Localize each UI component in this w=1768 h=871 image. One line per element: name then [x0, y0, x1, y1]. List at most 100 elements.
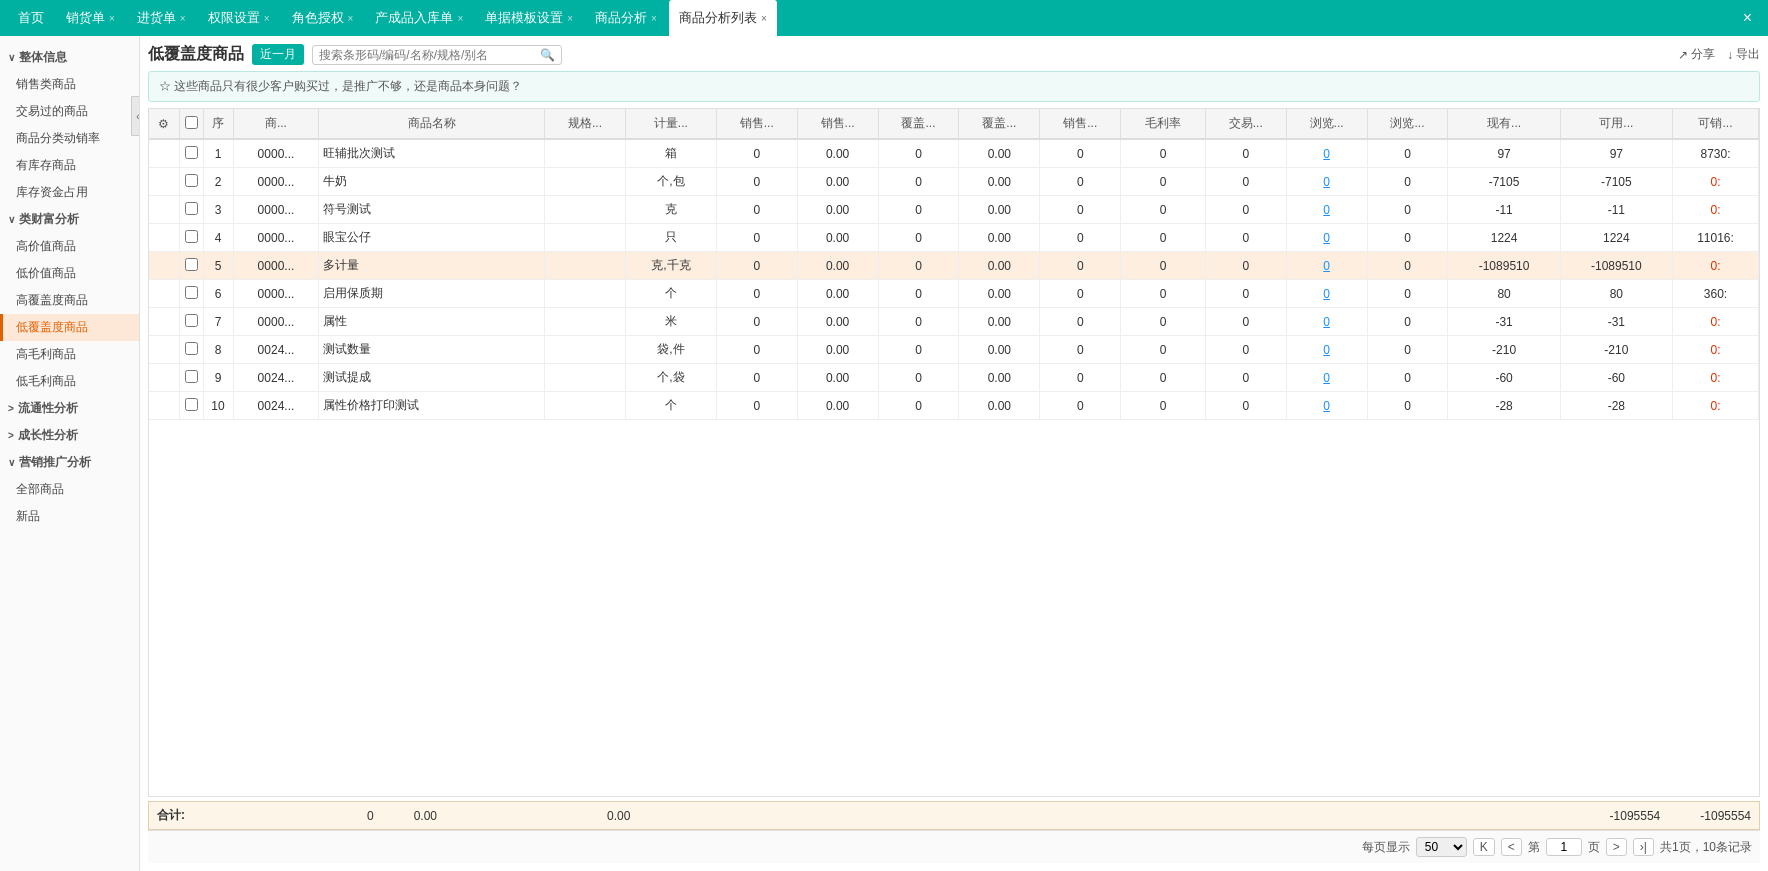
sidebar-item-category-turnover[interactable]: 商品分类动销率: [0, 125, 139, 152]
browse2-column-header[interactable]: 浏览...: [1367, 109, 1448, 139]
close-icon[interactable]: ×: [109, 13, 115, 24]
row-browse1[interactable]: 0: [1286, 364, 1367, 392]
sidebar-section-growth[interactable]: > 成长性分析: [0, 422, 139, 449]
sidebar-item-new-products[interactable]: 新品: [0, 503, 139, 530]
row-checkbox[interactable]: [179, 308, 203, 336]
nav-template-settings[interactable]: 单据模板设置 ×: [475, 0, 583, 36]
search-icon[interactable]: 🔍: [540, 48, 555, 62]
sidebar-item-high-margin[interactable]: 高毛利商品: [0, 341, 139, 368]
sellable-column-header[interactable]: 可销...: [1672, 109, 1758, 139]
row-checkbox[interactable]: [179, 252, 203, 280]
last-page-button[interactable]: ›|: [1633, 838, 1654, 856]
sidebar-item-low-coverage[interactable]: 低覆盖度商品: [0, 314, 139, 341]
close-icon[interactable]: ×: [761, 13, 767, 24]
row-checkbox[interactable]: [179, 196, 203, 224]
close-icon[interactable]: ×: [651, 13, 657, 24]
row-browse1[interactable]: 0: [1286, 196, 1367, 224]
row-browse1[interactable]: 0: [1286, 168, 1367, 196]
cover1-column-header[interactable]: 覆盖...: [878, 109, 959, 139]
close-icon[interactable]: ×: [457, 13, 463, 24]
share-button[interactable]: ↗ 分享: [1678, 46, 1715, 63]
unit-column-header[interactable]: 计量...: [625, 109, 716, 139]
sidebar-section-liquidity[interactable]: > 流通性分析: [0, 395, 139, 422]
nav-permission-settings[interactable]: 权限设置 ×: [198, 0, 280, 36]
select-all-checkbox[interactable]: [185, 116, 198, 129]
row-settings[interactable]: [149, 336, 179, 364]
sales-qty-column-header[interactable]: 销售...: [716, 109, 797, 139]
row-browse1[interactable]: 0: [1286, 308, 1367, 336]
period-button[interactable]: 近一月: [252, 44, 304, 65]
close-icon[interactable]: ×: [567, 13, 573, 24]
row-settings[interactable]: [149, 168, 179, 196]
sidebar-section-overall[interactable]: ∨ 整体信息: [0, 44, 139, 71]
page-number-input[interactable]: [1546, 838, 1582, 856]
row-browse1[interactable]: 0: [1286, 392, 1367, 420]
next-page-button[interactable]: >: [1606, 838, 1627, 856]
row-checkbox[interactable]: [179, 168, 203, 196]
settings-column-header[interactable]: ⚙: [149, 109, 179, 139]
nav-role-auth[interactable]: 角色授权 ×: [282, 0, 364, 36]
sidebar-section-wealth[interactable]: ∨ 类财富分析: [0, 206, 139, 233]
export-button[interactable]: ↓ 导出: [1727, 46, 1760, 63]
row-settings[interactable]: [149, 139, 179, 168]
nav-product-warehouse[interactable]: 产成品入库单 ×: [365, 0, 473, 36]
name-column-header[interactable]: 商品名称: [319, 109, 545, 139]
sidebar-section-marketing[interactable]: ∨ 营销推广分析: [0, 449, 139, 476]
row-settings[interactable]: [149, 392, 179, 420]
row-checkbox[interactable]: [179, 224, 203, 252]
code-column-header[interactable]: 商...: [233, 109, 319, 139]
sidebar-item-all-products[interactable]: 全部商品: [0, 476, 139, 503]
row-browse1[interactable]: 0: [1286, 139, 1367, 168]
close-icon[interactable]: ×: [180, 13, 186, 24]
sidebar-item-inventory-products[interactable]: 有库存商品: [0, 152, 139, 179]
close-icon[interactable]: ×: [264, 13, 270, 24]
per-page-select[interactable]: 50 20 100: [1416, 837, 1467, 857]
sidebar-item-high-value[interactable]: 高价值商品: [0, 233, 139, 260]
row-settings[interactable]: [149, 364, 179, 392]
prev-page-button[interactable]: <: [1501, 838, 1522, 856]
cover2-column-header[interactable]: 覆盖...: [959, 109, 1040, 139]
row-checkbox[interactable]: [179, 139, 203, 168]
checkbox-column-header[interactable]: [179, 109, 203, 139]
row-settings[interactable]: [149, 308, 179, 336]
search-input[interactable]: [319, 48, 536, 62]
row-settings[interactable]: [149, 224, 179, 252]
row-checkbox[interactable]: [179, 336, 203, 364]
first-page-button[interactable]: K: [1473, 838, 1495, 856]
row-checkbox[interactable]: [179, 280, 203, 308]
gross-rate-column-header[interactable]: 毛利率: [1121, 109, 1206, 139]
nav-home[interactable]: 首页: [8, 0, 54, 36]
browse1-column-header[interactable]: 浏览...: [1286, 109, 1367, 139]
row-checkbox[interactable]: [179, 392, 203, 420]
sidebar-item-traded-products[interactable]: 交易过的商品: [0, 98, 139, 125]
nav-product-analysis-list[interactable]: 商品分析列表 ×: [669, 0, 777, 36]
available-column-header[interactable]: 可用...: [1560, 109, 1672, 139]
sidebar-item-low-value[interactable]: 低价值商品: [0, 260, 139, 287]
close-all-tabs-button[interactable]: ×: [1735, 5, 1760, 31]
nav-sales-order[interactable]: 销货单 ×: [56, 0, 125, 36]
row-settings[interactable]: [149, 252, 179, 280]
sales2-column-header[interactable]: 销售...: [1040, 109, 1121, 139]
sidebar-item-low-margin[interactable]: 低毛利商品: [0, 368, 139, 395]
totals-bar: 合计: 0 0.00 0.00 -1095554 -1095554: [148, 801, 1760, 830]
transaction-column-header[interactable]: 交易...: [1205, 109, 1286, 139]
data-table-wrapper[interactable]: ⚙ 序 商... 商品名称 规格... 计量... 销售... 销售... 覆盖…: [148, 108, 1760, 797]
row-browse1[interactable]: 0: [1286, 224, 1367, 252]
row-browse1[interactable]: 0: [1286, 336, 1367, 364]
row-checkbox[interactable]: [179, 364, 203, 392]
row-settings[interactable]: [149, 280, 179, 308]
close-icon[interactable]: ×: [348, 13, 354, 24]
row-browse1[interactable]: 0: [1286, 280, 1367, 308]
sidebar-item-high-coverage[interactable]: 高覆盖度商品: [0, 287, 139, 314]
sidebar-collapse-button[interactable]: «: [131, 96, 140, 136]
sales-amt-column-header[interactable]: 销售...: [797, 109, 878, 139]
sidebar-item-sales-products[interactable]: 销售类商品: [0, 71, 139, 98]
nav-product-analysis[interactable]: 商品分析 ×: [585, 0, 667, 36]
no-column-header[interactable]: 序: [203, 109, 233, 139]
row-settings[interactable]: [149, 196, 179, 224]
sidebar-item-inventory-capital[interactable]: 库存资金占用: [0, 179, 139, 206]
row-browse1[interactable]: 0: [1286, 252, 1367, 280]
current-column-header[interactable]: 现有...: [1448, 109, 1560, 139]
nav-purchase-order[interactable]: 进货单 ×: [127, 0, 196, 36]
spec-column-header[interactable]: 规格...: [545, 109, 626, 139]
